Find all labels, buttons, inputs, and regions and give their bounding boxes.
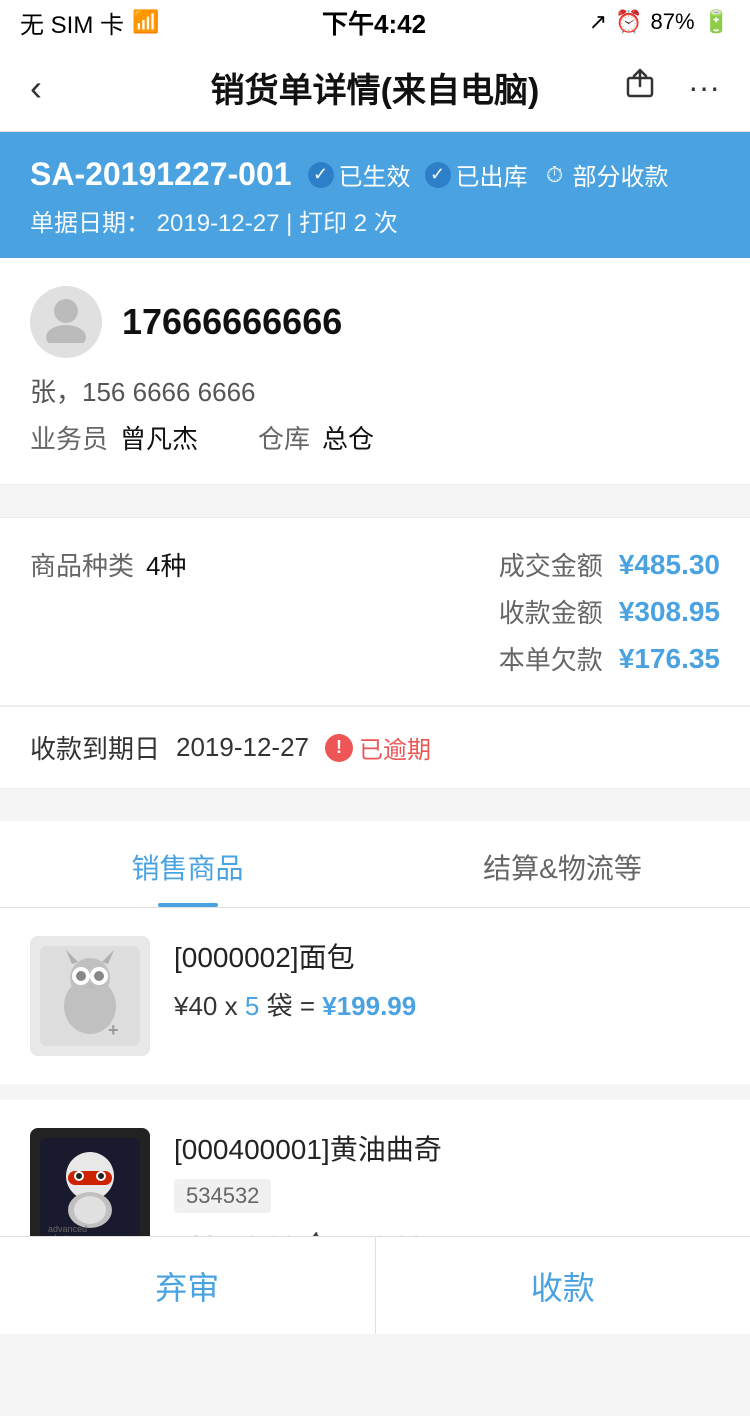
order-date: 2019-12-27 bbox=[157, 210, 280, 237]
separator-1 bbox=[0, 485, 750, 501]
product-list: + [0000002]面包 ¥40 x 5 袋 = ¥199.99 bbox=[0, 908, 750, 1416]
cancel-review-label: 弃审 bbox=[155, 1263, 219, 1309]
salesperson-value: 曾凡杰 bbox=[120, 419, 198, 456]
overdue-badge: ! 已逾期 bbox=[325, 730, 431, 765]
due-date-label: 收款到期日 bbox=[30, 729, 160, 766]
customer-card: 17666666666 张，156 6666 6666 业务员 曾凡杰 仓库 总… bbox=[0, 258, 750, 485]
customer-top: 17666666666 bbox=[30, 286, 720, 358]
warehouse-value: 总仓 bbox=[322, 419, 374, 456]
check-icon-1: ✓ bbox=[308, 162, 334, 188]
page-title: 销货单详情(来自电脑) bbox=[211, 63, 540, 112]
print-label: | 打印 bbox=[286, 210, 347, 237]
due-date-value: 2019-12-27 bbox=[176, 732, 309, 763]
print-unit: 次 bbox=[374, 210, 398, 237]
bottom-bar: 弃审 收款 bbox=[0, 1236, 750, 1334]
clock-icon: ⏱ bbox=[542, 162, 568, 188]
customer-meta: 业务员 曾凡杰 仓库 总仓 bbox=[30, 419, 720, 456]
product-name-bread: [0000002]面包 bbox=[174, 936, 720, 976]
print-count-val: 2 bbox=[354, 210, 367, 237]
summary-row: 商品种类 4种 成交金额 ¥485.30 收款金额 ¥308.95 本单欠款 ¥… bbox=[30, 546, 720, 677]
nav-bar: ‹ 销货单详情(来自电脑) ··· bbox=[0, 44, 750, 132]
share-button[interactable] bbox=[622, 66, 658, 110]
total-bread: ¥199.99 bbox=[322, 991, 416, 1021]
overdue-icon: ! bbox=[325, 734, 353, 762]
alarm-icon: ⏰ bbox=[615, 9, 642, 35]
received-label: 收款金额 bbox=[499, 593, 603, 630]
status-badge-effective: ✓ 已生效 bbox=[308, 157, 411, 192]
unit-bread: 袋 bbox=[267, 991, 293, 1021]
product-type-label: 商品种类 bbox=[30, 546, 134, 583]
more-button[interactable]: ··· bbox=[688, 69, 720, 106]
check-icon-2: ✓ bbox=[425, 162, 451, 188]
order-id: SA-20191227-001 bbox=[30, 156, 292, 193]
status-left: 无 SIM 卡 📶 bbox=[20, 5, 159, 40]
product-count: 4种 bbox=[146, 546, 186, 583]
status-badge-shipped: ✓ 已出库 bbox=[425, 157, 528, 192]
salesperson-meta: 业务员 曾凡杰 bbox=[30, 419, 198, 456]
battery-text: 87% bbox=[651, 9, 695, 35]
customer-detail: 张，156 6666 6666 bbox=[30, 372, 720, 409]
status-badges: ✓ 已生效 ✓ 已出库 ⏱ 部分收款 bbox=[308, 157, 669, 192]
received-row: 收款金额 ¥308.95 bbox=[499, 593, 720, 630]
qty-bread: 5 bbox=[245, 991, 259, 1021]
customer-name: 17666666666 bbox=[122, 301, 342, 343]
due-date-row: 收款到期日 2019-12-27 ! 已逾期 bbox=[0, 706, 750, 789]
collect-payment-button[interactable]: 收款 bbox=[376, 1237, 750, 1334]
cancel-review-button[interactable]: 弃审 bbox=[0, 1237, 376, 1334]
transaction-amount: ¥485.30 bbox=[619, 549, 720, 581]
overdue-text: 已逾期 bbox=[359, 730, 431, 765]
status-right: ↗ ⏰ 87% 🔋 bbox=[589, 9, 730, 35]
collect-payment-label: 收款 bbox=[531, 1263, 595, 1309]
svg-text:+: + bbox=[108, 1020, 119, 1040]
status-badge-partial: ⏱ 部分收款 bbox=[542, 157, 669, 192]
product-price-bread: ¥40 x 5 袋 = ¥199.99 bbox=[174, 986, 720, 1023]
carrier-text: 无 SIM 卡 bbox=[20, 5, 124, 40]
order-date-row: 单据日期： 2019-12-27 | 打印 2 次 bbox=[30, 203, 720, 238]
order-id-row: SA-20191227-001 ✓ 已生效 ✓ 已出库 ⏱ 部分收款 bbox=[30, 156, 720, 193]
product-sku: 534532 bbox=[174, 1179, 271, 1213]
tab-sales-label: 销售商品 bbox=[131, 853, 243, 884]
date-label: 单据日期： bbox=[30, 210, 150, 237]
tab-settlement-label: 结算&物流等 bbox=[483, 853, 642, 884]
product-name-cookie: [000400001]黄油曲奇 bbox=[174, 1128, 720, 1168]
transaction-row: 成交金额 ¥485.30 bbox=[499, 546, 720, 583]
received-amount: ¥308.95 bbox=[619, 596, 720, 628]
location-icon: ↗ bbox=[589, 9, 607, 35]
debt-label: 本单欠款 bbox=[499, 640, 603, 677]
status-bar: 无 SIM 卡 📶 下午4:42 ↗ ⏰ 87% 🔋 bbox=[0, 0, 750, 44]
status-partial-text: 部分收款 bbox=[573, 157, 669, 192]
avatar-icon bbox=[40, 291, 92, 354]
debt-amount: ¥176.35 bbox=[619, 643, 720, 675]
price-x-bread: x bbox=[225, 991, 245, 1021]
battery-icon: 🔋 bbox=[703, 9, 730, 35]
debt-row: 本单欠款 ¥176.35 bbox=[499, 640, 720, 677]
status-shipped-text: 已出库 bbox=[456, 157, 528, 192]
tabs: 销售商品 结算&物流等 bbox=[0, 821, 750, 908]
summary-left: 商品种类 4种 bbox=[30, 546, 186, 583]
back-button[interactable]: ‹ bbox=[20, 57, 52, 119]
warehouse-meta: 仓库 总仓 bbox=[258, 419, 374, 456]
separator-2 bbox=[0, 789, 750, 805]
equals-bread: = bbox=[300, 991, 322, 1021]
summary-card: 商品种类 4种 成交金额 ¥485.30 收款金额 ¥308.95 本单欠款 ¥… bbox=[0, 517, 750, 706]
nav-actions: ··· bbox=[622, 66, 720, 110]
status-time: 下午4:42 bbox=[322, 4, 426, 41]
wifi-icon: 📶 bbox=[132, 9, 159, 35]
tab-sales-products[interactable]: 销售商品 bbox=[0, 821, 375, 907]
avatar bbox=[30, 286, 102, 358]
transaction-label: 成交金额 bbox=[499, 546, 603, 583]
order-header: SA-20191227-001 ✓ 已生效 ✓ 已出库 ⏱ 部分收款 单据日期：… bbox=[0, 132, 750, 258]
list-item: + [0000002]面包 ¥40 x 5 袋 = ¥199.99 bbox=[0, 908, 750, 1084]
status-effective-text: 已生效 bbox=[339, 157, 411, 192]
warehouse-label: 仓库 bbox=[258, 419, 310, 456]
product-thumb-bread: + bbox=[30, 936, 150, 1056]
summary-right: 成交金额 ¥485.30 收款金额 ¥308.95 本单欠款 ¥176.35 bbox=[499, 546, 720, 677]
tab-settlement[interactable]: 结算&物流等 bbox=[375, 821, 750, 907]
product-info-bread: [0000002]面包 ¥40 x 5 袋 = ¥199.99 bbox=[174, 936, 720, 1023]
salesperson-label: 业务员 bbox=[30, 419, 108, 456]
product-thumb-cookie: advanced whats... bbox=[30, 1128, 150, 1248]
price-val-bread: ¥40 bbox=[174, 991, 217, 1021]
